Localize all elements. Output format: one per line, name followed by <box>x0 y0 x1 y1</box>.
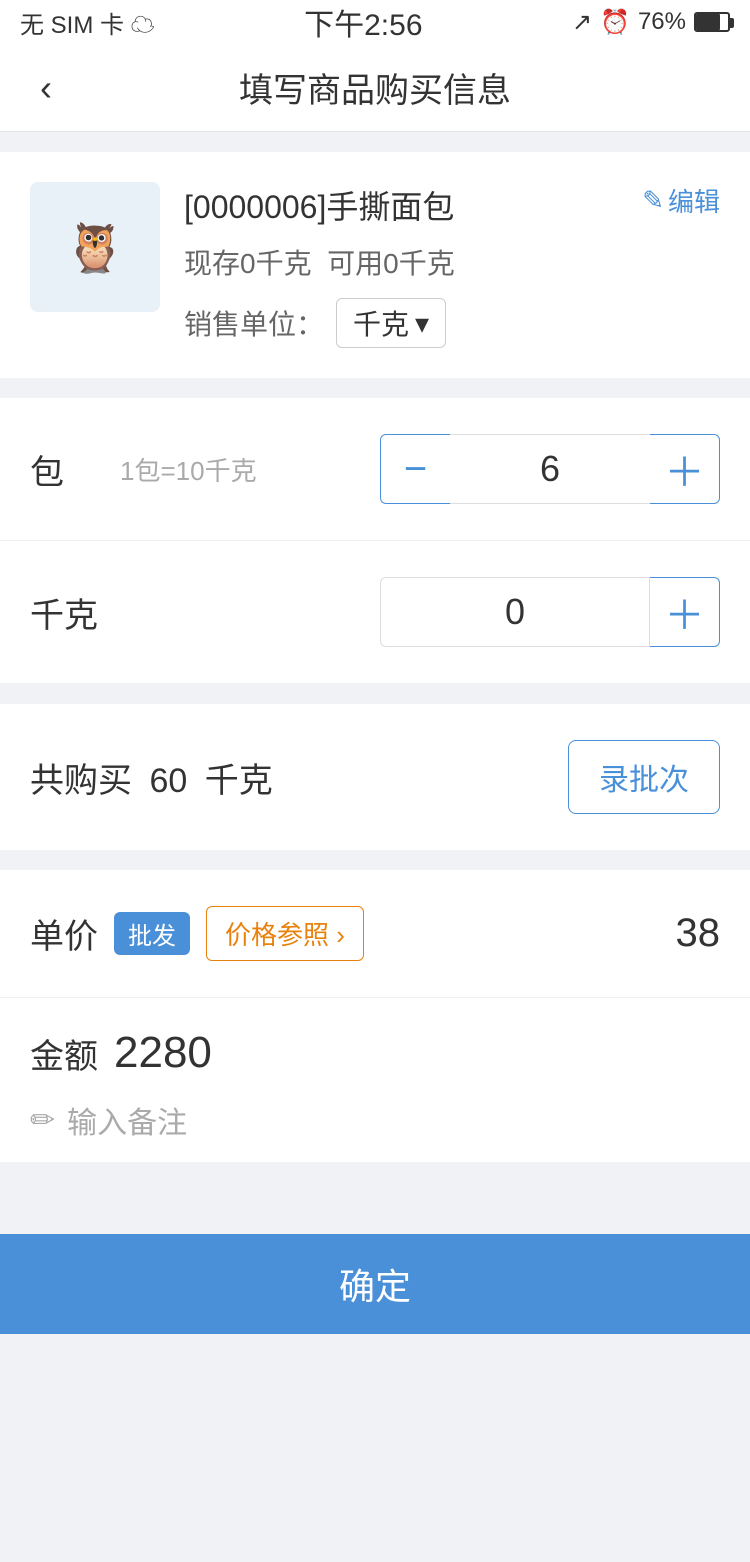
bag-qty-controls: − ＋ <box>380 434 720 504</box>
kg-qty-row: 千克 ＋ <box>0 541 750 684</box>
unit-select[interactable]: 千克 ▾ <box>336 298 446 348</box>
status-left: 无 SIM 卡 ☁ <box>20 5 155 40</box>
battery-icon <box>694 12 730 32</box>
batch-button[interactable]: 录批次 <box>568 740 720 814</box>
amount-row: 金额 2280 <box>30 1028 720 1078</box>
bag-qty-input[interactable] <box>450 434 650 504</box>
price-tag: 批发 <box>114 912 190 955</box>
bag-qty-row: 包 1包=10千克 − ＋ <box>0 398 750 541</box>
amount-value: 2280 <box>114 1028 212 1078</box>
price-section: 单价 批发 价格参照 › 38 <box>0 870 750 998</box>
sim-label: 无 SIM 卡 ☁ <box>20 5 155 40</box>
price-label: 单价 <box>30 909 98 958</box>
page-title: 填写商品购买信息 <box>239 63 511 112</box>
bag-hint: 1包=10千克 <box>120 451 380 488</box>
product-unit-row: 销售单位： 千克 ▾ <box>184 298 618 348</box>
amount-label: 金额 <box>30 1029 98 1078</box>
price-ref-button[interactable]: 价格参照 › <box>206 906 364 961</box>
product-image: 🦉 <box>30 182 160 312</box>
product-logo-icon: 🦉 <box>65 219 125 276</box>
product-card-right: ✎ 编辑 <box>642 182 720 219</box>
bag-label: 包 <box>30 445 110 494</box>
amount-section: 金额 2280 ✏ 输入备注 <box>0 998 750 1162</box>
product-card: 🦉 [0000006]手撕面包 现存0千克 可用0千克 销售单位： 千克 ▾ ✎… <box>0 152 750 378</box>
price-left: 单价 批发 价格参照 › <box>30 906 364 961</box>
back-button[interactable]: ‹ <box>30 57 62 119</box>
edit-icon: ✎ <box>642 185 664 216</box>
kg-label: 千克 <box>30 588 110 637</box>
battery-label: 76% <box>638 8 686 36</box>
product-info: [0000006]手撕面包 现存0千克 可用0千克 销售单位： 千克 ▾ <box>184 182 618 348</box>
remark-label: 输入备注 <box>67 1098 187 1142</box>
price-value: 38 <box>676 911 721 956</box>
location-icon: ↗ <box>572 8 592 37</box>
nav-bar: ‹ 填写商品购买信息 <box>0 44 750 132</box>
chevron-down-icon: ▾ <box>415 307 429 340</box>
product-name: [0000006]手撕面包 <box>184 182 618 228</box>
alarm-icon: ⏰ <box>600 8 630 37</box>
status-bar: 无 SIM 卡 ☁ 下午2:56 ↗ ⏰ 76% <box>0 0 750 44</box>
bag-section: 包 1包=10千克 − ＋ 千克 ＋ <box>0 398 750 684</box>
total-text: 共购买 60 千克 <box>30 753 273 802</box>
product-stock: 现存0千克 可用0千克 <box>184 242 618 282</box>
status-right: ↗ ⏰ 76% <box>572 8 730 37</box>
total-row: 共购买 60 千克 录批次 <box>0 704 750 850</box>
kg-qty-input[interactable] <box>380 577 650 647</box>
edit-button[interactable]: ✎ 编辑 <box>642 182 720 219</box>
pencil-icon: ✏ <box>30 1103 55 1138</box>
kg-qty-controls: ＋ <box>380 577 720 647</box>
bag-increment-button[interactable]: ＋ <box>650 434 720 504</box>
status-time: 下午2:56 <box>304 0 422 44</box>
remark-row[interactable]: ✏ 输入备注 <box>30 1098 720 1142</box>
confirm-button[interactable]: 确定 <box>0 1234 750 1334</box>
bag-decrement-button[interactable]: − <box>380 434 450 504</box>
kg-increment-button[interactable]: ＋ <box>650 577 720 647</box>
